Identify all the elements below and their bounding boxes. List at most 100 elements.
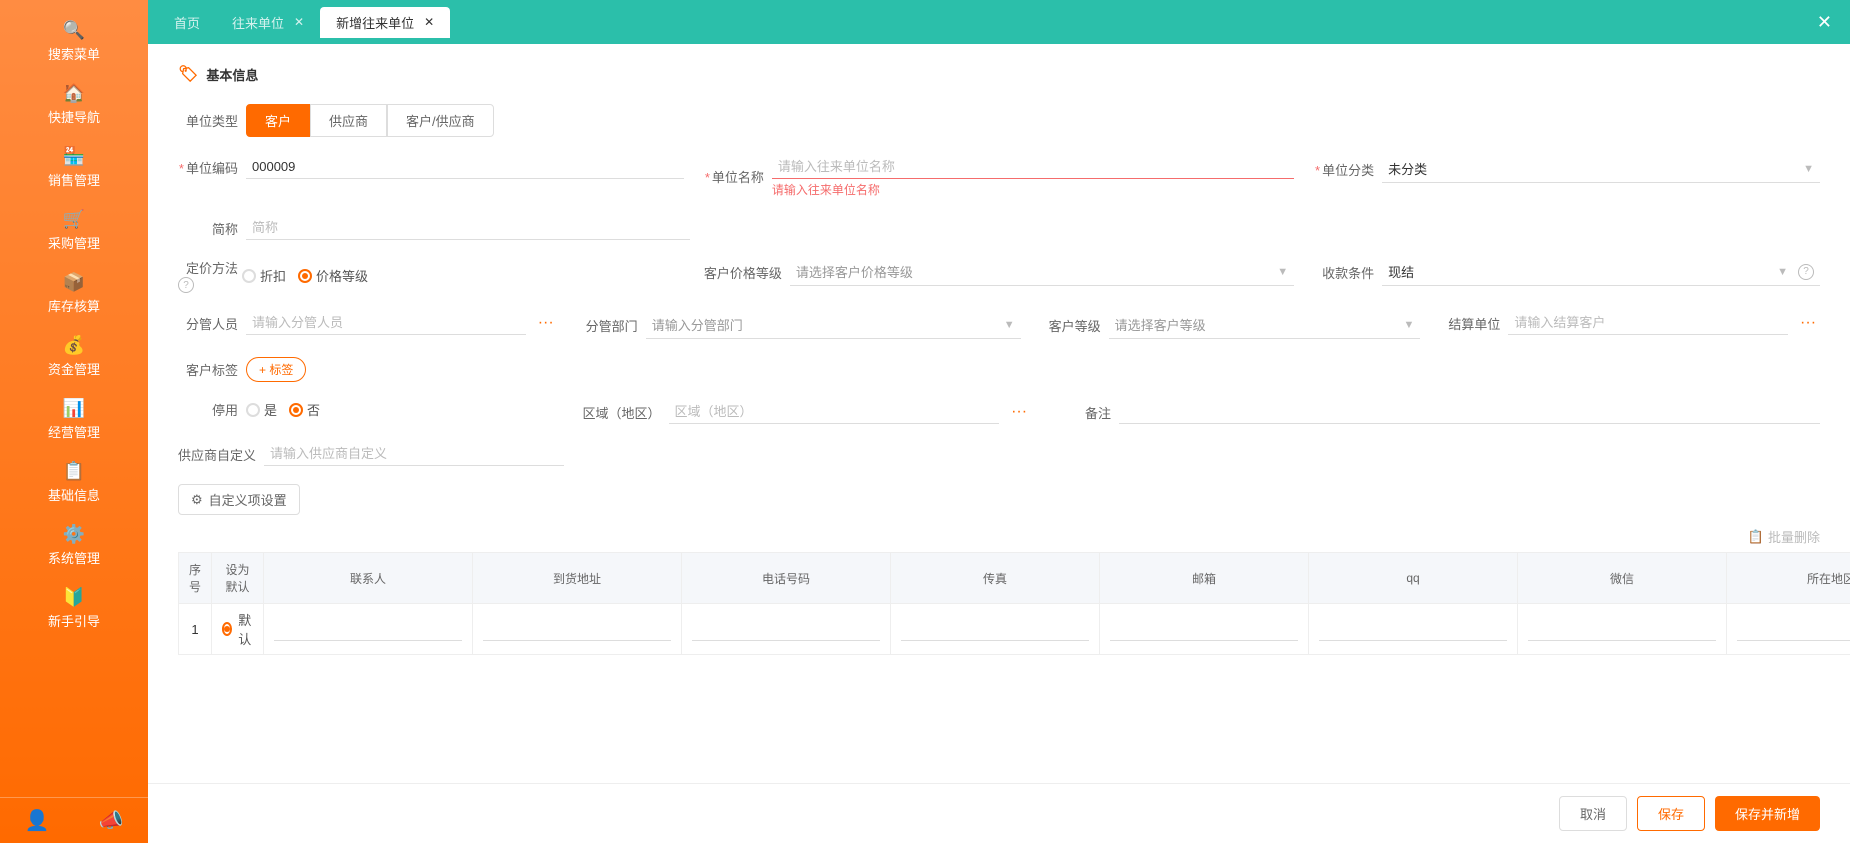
col-index: 序号 (179, 553, 212, 604)
add-tag-button[interactable]: + 标签 (246, 357, 306, 382)
sidebar-item-newbie[interactable]: 🔰 新手引导 (0, 577, 148, 640)
row-fax[interactable] (891, 604, 1100, 655)
row-contact[interactable] (264, 604, 473, 655)
manager-more-icon[interactable]: ··· (534, 314, 558, 332)
supplier-custom-input[interactable] (264, 442, 564, 466)
row-qq[interactable] (1309, 604, 1518, 655)
customer-level-arrow-icon: ▼ (1403, 319, 1414, 331)
payment-terms-select[interactable]: 现结 ▼ ? (1382, 258, 1820, 286)
row-default-radio[interactable]: 默认 (222, 610, 253, 648)
sidebar-item-operations[interactable]: 📊 经营管理 (0, 388, 148, 451)
custom-setting-area: ⚙ 自定义项设置 (178, 484, 1820, 515)
short-name-group: 简称 (178, 216, 690, 240)
sidebar-item-search[interactable]: 🔍 搜索菜单 (0, 10, 148, 73)
customer-level-select[interactable]: 请选择客户等级 ▼ (1109, 311, 1421, 339)
row-wechat[interactable] (1518, 604, 1727, 655)
unit-name-error: 请输入往来单位名称 (772, 181, 1294, 198)
unit-name-input[interactable] (772, 155, 1294, 179)
col-default: 设为默认 (212, 553, 264, 604)
col-address: 到货地址 (473, 553, 682, 604)
tab-trade-units[interactable]: 往来单位 ✕ (216, 7, 320, 38)
batch-delete-label[interactable]: 批量删除 (1768, 527, 1820, 546)
unit-name-field: 请输入往来单位名称 (772, 155, 1294, 198)
remark-label: 备注 (1051, 403, 1111, 422)
user-icon[interactable]: 👤 (25, 808, 50, 833)
sidebar-bottom: 👤 📣 (0, 797, 148, 843)
manager-input[interactable] (246, 311, 526, 335)
close-tab-trade-units[interactable]: ✕ (294, 15, 304, 29)
radio-discount[interactable]: 折扣 (242, 266, 286, 285)
close-all-tabs[interactable]: ✕ (1809, 12, 1840, 33)
customer-level-label: 客户等级 (1041, 316, 1101, 335)
unit-category-select[interactable]: 未分类 ▼ (1382, 155, 1820, 183)
operations-icon: 📊 (63, 398, 85, 419)
customer-price-level-select[interactable]: 请选择客户价格等级 ▼ (790, 258, 1294, 286)
sidebar-item-purchase[interactable]: 🛒 采购管理 (0, 199, 148, 262)
radio-yes[interactable]: 是 (246, 400, 277, 419)
sidebar-item-quicknav[interactable]: 🏠 快捷导航 (0, 73, 148, 136)
row-region[interactable] (1727, 604, 1850, 655)
unit-category-value: 未分类 (1388, 159, 1427, 178)
cancel-button[interactable]: 取消 (1559, 796, 1627, 831)
department-select[interactable]: 请输入分管部门 ▼ (646, 311, 1021, 339)
sidebar-item-system[interactable]: ⚙️ 系统管理 (0, 514, 148, 577)
save-button[interactable]: 保存 (1637, 796, 1705, 831)
row-phone[interactable] (682, 604, 891, 655)
sidebar-item-sales[interactable]: 🏪 销售管理 (0, 136, 148, 199)
pricing-method-group: 定价方法 ? 折扣 价格等级 (178, 258, 684, 293)
unit-category-group: *单位分类 未分类 ▼ (1314, 155, 1820, 183)
section-icon: 🏷 (178, 64, 198, 84)
row-index: 1 (179, 604, 212, 655)
close-tab-new-trade-unit[interactable]: ✕ (424, 15, 434, 29)
unit-code-label: *单位编码 (178, 158, 238, 177)
manager-group: 分管人员 ··· (178, 311, 558, 335)
tab-new-trade-unit[interactable]: 新增往来单位 ✕ (320, 7, 450, 38)
unit-main-row: *单位编码 *单位名称 请输入往来单位名称 *单位分类 (178, 155, 1820, 198)
supplier-custom-label: 供应商自定义 (178, 445, 256, 464)
finance-icon: 💰 (63, 335, 85, 356)
form-content: 🏷 基本信息 单位类型 客户 供应商 客户/供应商 *单位编码 (148, 44, 1850, 783)
pricing-help-icon[interactable]: ? (178, 277, 194, 293)
search-icon: 🔍 (63, 20, 85, 41)
announce-icon[interactable]: 📣 (99, 808, 124, 833)
row-default-radio-dot (222, 622, 232, 636)
main-area: 首页 往来单位 ✕ 新增往来单位 ✕ ✕ 🏷 基本信息 单位类型 客户 供应商 … (148, 0, 1850, 843)
settlement-unit-group: 结算单位 ··· (1440, 311, 1820, 335)
col-contact: 联系人 (264, 553, 473, 604)
department-group: 分管部门 请输入分管部门 ▼ (578, 311, 1021, 339)
unit-type-row: 单位类型 客户 供应商 客户/供应商 (178, 104, 1820, 137)
save-new-button[interactable]: 保存并新增 (1715, 796, 1820, 831)
settlement-unit-input[interactable] (1508, 311, 1788, 335)
unit-code-group: *单位编码 (178, 155, 684, 179)
sidebar-item-basic[interactable]: 📋 基础信息 (0, 451, 148, 514)
row-address[interactable] (473, 604, 682, 655)
btn-both[interactable]: 客户/供应商 (387, 104, 494, 137)
radio-price-level[interactable]: 价格等级 (298, 266, 368, 285)
sales-icon: 🏪 (63, 146, 85, 167)
tab-home[interactable]: 首页 (158, 7, 216, 38)
customer-level-placeholder: 请选择客户等级 (1115, 315, 1206, 334)
payment-arrow-icon: ▼ (1777, 266, 1788, 278)
btn-customer[interactable]: 客户 (246, 104, 310, 137)
row-email[interactable] (1100, 604, 1309, 655)
sidebar-item-finance[interactable]: 💰 资金管理 (0, 325, 148, 388)
unit-code-input[interactable] (246, 155, 684, 179)
unit-category-label: *单位分类 (1314, 160, 1374, 179)
sidebar-item-inventory[interactable]: 📦 库存核算 (0, 262, 148, 325)
remark-input[interactable] (1119, 400, 1820, 424)
batch-delete-area: 📋 批量删除 (178, 527, 1820, 546)
region-input[interactable] (669, 400, 1000, 424)
settlement-unit-more-icon[interactable]: ··· (1796, 314, 1820, 332)
btn-supplier[interactable]: 供应商 (310, 104, 387, 137)
payment-help-icon[interactable]: ? (1798, 264, 1814, 280)
settlement-unit-label: 结算单位 (1440, 314, 1500, 333)
price-level-arrow-icon: ▼ (1277, 266, 1288, 278)
radio-price-level-dot (298, 269, 312, 283)
payment-terms-label: 收款条件 (1314, 263, 1374, 282)
basic-icon: 📋 (63, 461, 85, 482)
short-name-input[interactable] (246, 216, 690, 240)
radio-no[interactable]: 否 (289, 400, 320, 419)
custom-setting-button[interactable]: ⚙ 自定义项设置 (178, 484, 300, 515)
region-more-icon[interactable]: ··· (1007, 403, 1031, 421)
contacts-table-section: 📋 批量删除 序号 设为默认 联系人 到货地址 电话号码 传真 邮箱 qq 微信 (178, 527, 1820, 655)
